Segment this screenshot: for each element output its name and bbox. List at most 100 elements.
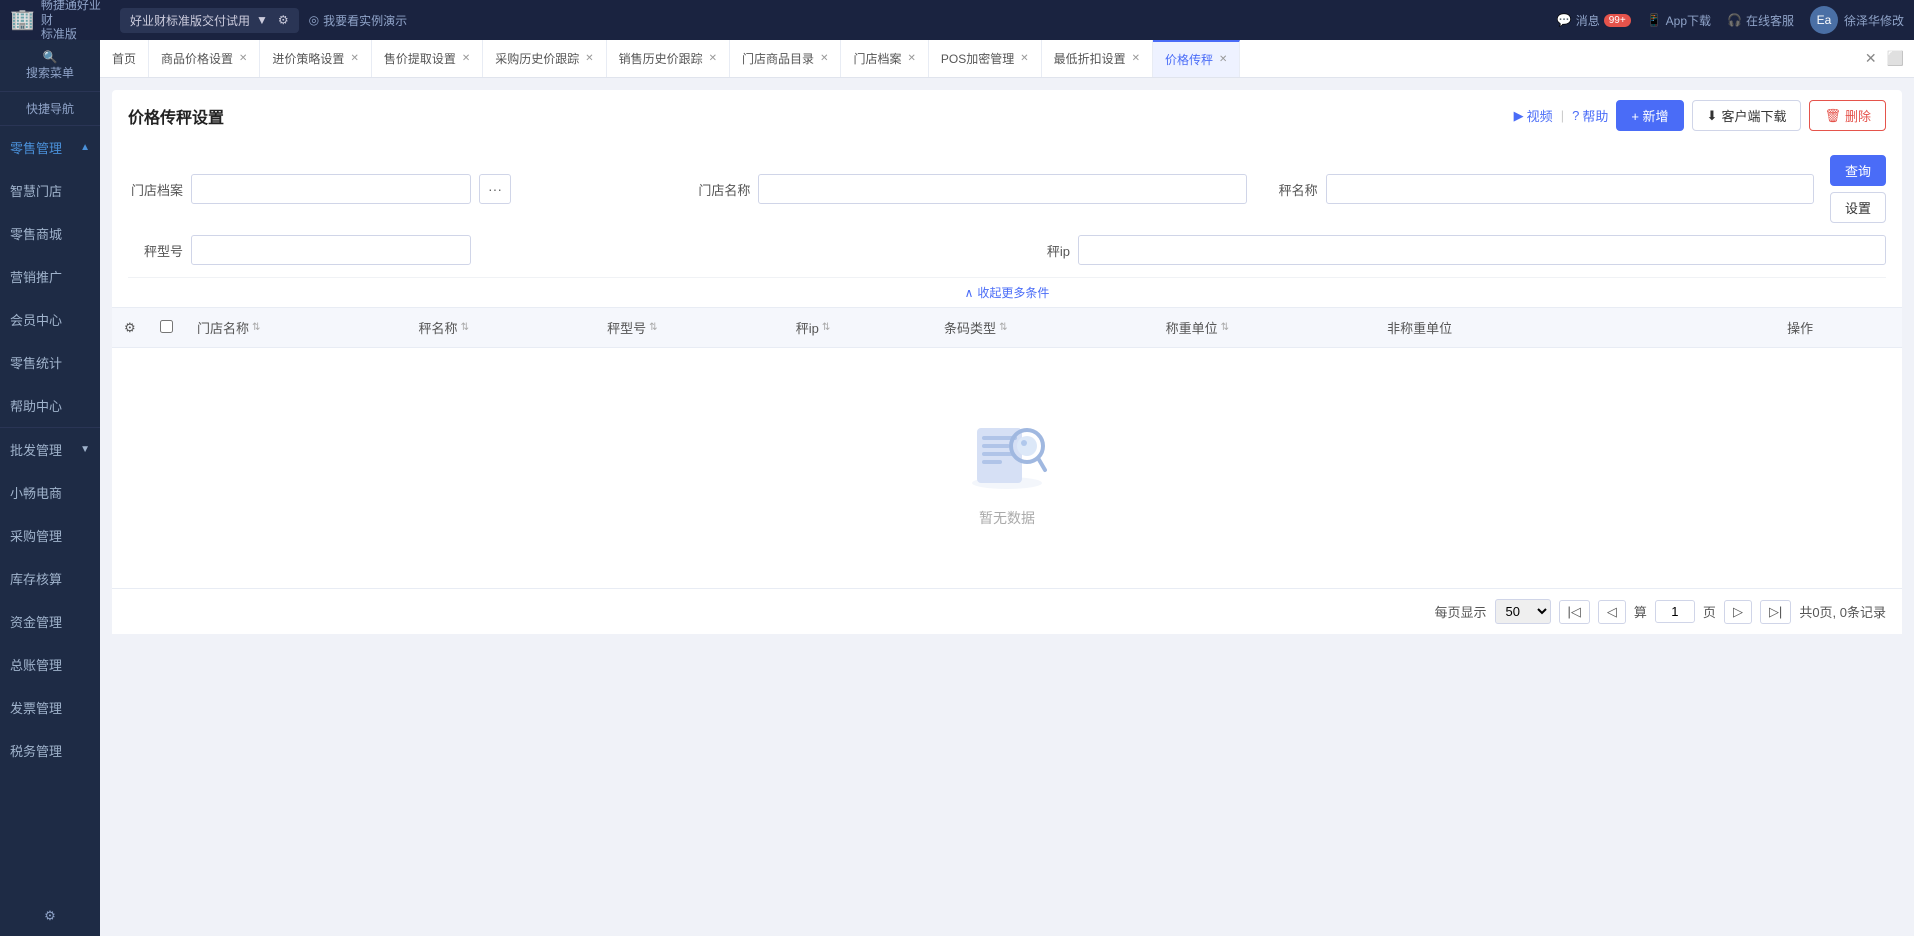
current-page-input[interactable] (1655, 600, 1695, 623)
next-page-btn[interactable]: ▷ (1724, 600, 1752, 624)
tab-close-icon[interactable]: ✕ (820, 53, 828, 64)
user-initials: Ea (1817, 13, 1832, 27)
empty-illustration (947, 408, 1067, 508)
sidebar-item-marketing[interactable]: 营销推广 (0, 255, 100, 298)
tab-close-icon[interactable]: ✕ (907, 53, 915, 64)
chevron-down-icon: ▼ (80, 444, 90, 455)
sidebar-item-smart-store[interactable]: 智慧门店 (0, 169, 100, 212)
sidebar-item-purchase-mgmt[interactable]: 采购管理 (0, 514, 100, 557)
quick-nav-btn[interactable]: 快捷导航 (0, 92, 100, 126)
tab-price-scale-label: 价格传秤 (1165, 51, 1213, 68)
scale-model-input[interactable] (191, 235, 471, 265)
tab-close-btn[interactable]: ✕ (1861, 46, 1881, 71)
pagination-bar: 每页显示 10 20 50 100 |◁ ◁ 算 页 ▷ ▷| 共0页, 0条记… (112, 588, 1902, 634)
th-weight-unit[interactable]: 称重单位 ⇅ (1154, 308, 1376, 348)
store-profile-ellipsis-btn[interactable]: ··· (479, 174, 511, 204)
th-settings[interactable]: ⚙ (112, 308, 148, 348)
help-label: 帮助 (1582, 106, 1608, 125)
add-button[interactable]: + 新增 (1616, 100, 1683, 131)
th-checkbox[interactable] (148, 308, 185, 348)
tab-sale-extract[interactable]: 售价提取设置 ✕ (372, 40, 483, 77)
tab-expand-btn[interactable]: ⬜ (1883, 46, 1908, 71)
th-scale-ip[interactable]: 秤ip ⇅ (784, 308, 932, 348)
select-all-checkbox[interactable] (160, 320, 173, 333)
online-service-action[interactable]: 🎧 在线客服 (1727, 12, 1794, 29)
search-menu-btn[interactable]: 🔍 搜索菜单 (0, 40, 100, 92)
tab-close-icon[interactable]: ✕ (350, 53, 358, 64)
page-size-select[interactable]: 10 20 50 100 (1495, 599, 1551, 624)
sidebar-item-invoice-mgmt[interactable]: 发票管理 (0, 686, 100, 729)
last-page-btn[interactable]: ▷| (1760, 600, 1791, 624)
sidebar-item-general-ledger[interactable]: 总账管理 (0, 643, 100, 686)
scale-name-input[interactable] (1326, 174, 1814, 204)
tab-home[interactable]: 首页 (100, 40, 149, 77)
version-settings-icon[interactable]: ⚙ (278, 13, 289, 27)
sidebar-item-wholesale-mgmt[interactable]: 批发管理 ▼ (0, 428, 100, 471)
sidebar-item-inventory[interactable]: 库存核算 (0, 557, 100, 600)
logo-area: 🏢 畅捷通好业财 标准版 (10, 0, 110, 42)
th-scale-name[interactable]: 秤名称 ⇅ (407, 308, 596, 348)
tab-min-discount[interactable]: 最低折扣设置 ✕ (1042, 40, 1153, 77)
retail-mgmt-label: 零售管理 (10, 138, 62, 157)
demo-link[interactable]: ◎ 我要看实例演示 (309, 12, 408, 29)
page-content: 价格传秤设置 ▶ 视频 | ? 帮助 + 新增 ⬇ (100, 78, 1914, 936)
sidebar-item-retail-mgmt[interactable]: 零售管理 ▲ (0, 126, 100, 169)
version-selector[interactable]: 好业财标准版交付试用 ▼ ⚙ (120, 8, 299, 33)
th-non-weight-unit[interactable]: 非称重单位 (1375, 308, 1775, 348)
tab-price-scale[interactable]: 价格传秤 ✕ (1153, 40, 1240, 77)
th-scale-model[interactable]: 秤型号 ⇅ (595, 308, 784, 348)
tab-close-icon[interactable]: ✕ (709, 53, 717, 64)
video-label: 视频 (1527, 106, 1553, 125)
wholesale-mgmt-label: 批发管理 (10, 440, 62, 459)
sort-icon-scale-ip: ⇅ (822, 322, 830, 333)
th-store-name[interactable]: 门店名称 ⇅ (185, 308, 407, 348)
tab-pos-mgmt[interactable]: POS加密管理 ✕ (929, 40, 1042, 77)
store-name-label: 门店名称 (695, 180, 750, 199)
tab-purchase-strategy[interactable]: 进价策略设置 ✕ (260, 40, 371, 77)
sidebar-settings-btn[interactable]: ⚙ (0, 896, 100, 936)
sidebar-item-xiao-chang[interactable]: 小畅电商 (0, 471, 100, 514)
delete-button[interactable]: 🗑 删除 (1809, 100, 1886, 131)
store-profile-label: 门店档案 (128, 180, 183, 199)
tab-close-icon[interactable]: ✕ (239, 53, 247, 64)
app-download-action[interactable]: 📱 App下载 (1647, 12, 1711, 29)
help-link[interactable]: ? 帮助 (1572, 106, 1608, 125)
scale-ip-input[interactable] (1078, 235, 1886, 265)
tab-close-icon[interactable]: ✕ (1132, 53, 1140, 64)
top-actions: 💬 消息 99+ 📱 App下载 🎧 在线客服 Ea 徐泽华修改 (1557, 6, 1904, 34)
search-panel: 门店档案 ··· 门店名称 秤名称 查询 (112, 141, 1902, 307)
online-service-label: 在线客服 (1746, 12, 1794, 29)
tab-purchase-history[interactable]: 采购历史价跟踪 ✕ (483, 40, 606, 77)
app-download-icon: 📱 (1647, 13, 1662, 27)
tab-sales-history[interactable]: 销售历史价跟踪 ✕ (607, 40, 730, 77)
data-table: ⚙ 门店名称 ⇅ (112, 308, 1902, 588)
message-action[interactable]: 💬 消息 99+ (1557, 12, 1631, 29)
sidebar-item-retail-stats[interactable]: 零售统计 (0, 341, 100, 384)
first-page-btn[interactable]: |◁ (1559, 600, 1590, 624)
retail-stats-label: 零售统计 (10, 353, 62, 372)
tab-store-profile[interactable]: 门店档案 ✕ (841, 40, 928, 77)
collapse-bar[interactable]: ∧ 收起更多条件 (128, 277, 1886, 307)
download-button[interactable]: ⬇ 客户端下载 (1692, 100, 1802, 131)
store-profile-input[interactable] (191, 174, 471, 204)
sidebar-item-help-center[interactable]: 帮助中心 (0, 384, 100, 427)
scale-name-field: 秤名称 (1263, 174, 1814, 204)
tab-close-icon[interactable]: ✕ (1219, 54, 1227, 65)
sidebar-item-retail-mall[interactable]: 零售商城 (0, 212, 100, 255)
sidebar-item-tax-mgmt[interactable]: 税务管理 (0, 729, 100, 772)
tab-close-icon[interactable]: ✕ (585, 53, 593, 64)
tab-store-catalog[interactable]: 门店商品目录 ✕ (730, 40, 841, 77)
prev-page-btn[interactable]: ◁ (1598, 600, 1626, 624)
th-barcode-type-label: 条码类型 (944, 318, 996, 337)
query-button[interactable]: 查询 (1830, 155, 1886, 186)
settings-button[interactable]: 设置 (1830, 192, 1886, 223)
tab-close-icon[interactable]: ✕ (1020, 53, 1028, 64)
user-area[interactable]: Ea 徐泽华修改 (1810, 6, 1904, 34)
tab-close-icon[interactable]: ✕ (462, 53, 470, 64)
tab-price-settings[interactable]: 商品价格设置 ✕ (149, 40, 260, 77)
sidebar-item-member-center[interactable]: 会员中心 (0, 298, 100, 341)
video-link[interactable]: ▶ 视频 (1514, 106, 1553, 125)
sidebar-item-finance[interactable]: 资金管理 (0, 600, 100, 643)
store-name-input[interactable] (758, 174, 1246, 204)
th-barcode-type[interactable]: 条码类型 ⇅ (932, 308, 1154, 348)
